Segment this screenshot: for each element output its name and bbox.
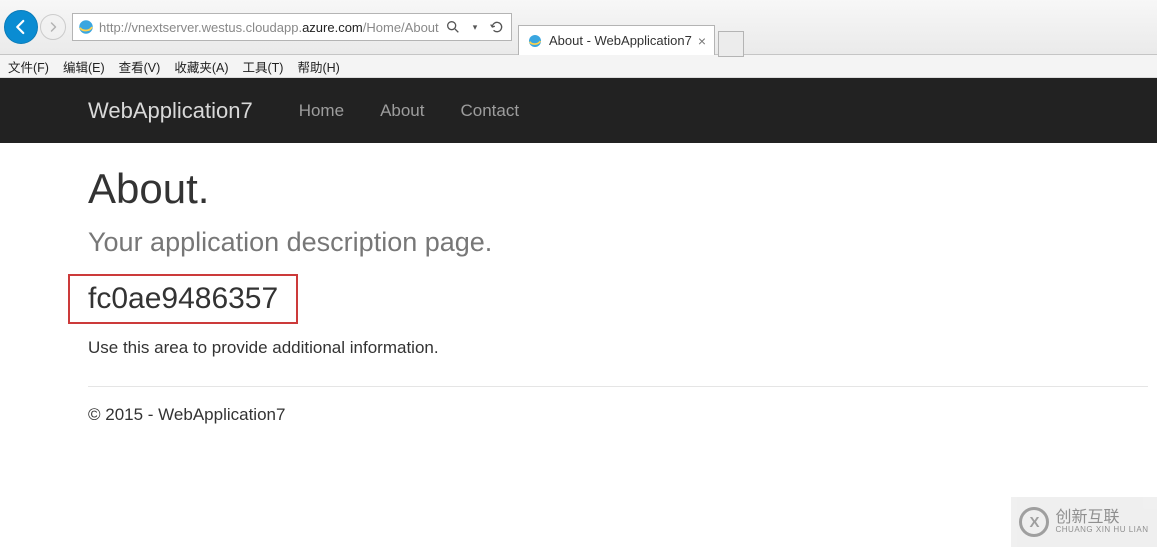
- site-navbar: WebApplication7 Home About Contact: [0, 78, 1157, 143]
- ie-favicon-icon: [527, 33, 543, 49]
- menu-bar: 文件(F) 编辑(E) 查看(V) 收藏夹(A) 工具(T) 帮助(H): [0, 55, 1157, 78]
- url-text: http://vnextserver.westus.cloudapp.azure…: [99, 20, 439, 35]
- watermark-logo-icon: X: [1019, 507, 1049, 537]
- address-bar[interactable]: http://vnextserver.westus.cloudapp.azure…: [72, 13, 512, 41]
- menu-help[interactable]: 帮助(H): [297, 57, 339, 76]
- url-suffix: /Home/About: [363, 20, 439, 35]
- nav-buttons: [4, 10, 66, 44]
- ie-favicon-icon: [77, 18, 95, 36]
- nav-about[interactable]: About: [362, 101, 442, 121]
- search-icon[interactable]: [445, 19, 461, 35]
- page-title: About.: [88, 165, 1157, 213]
- nav-home[interactable]: Home: [281, 101, 362, 121]
- arrow-left-icon: [12, 18, 30, 36]
- back-button[interactable]: [4, 10, 38, 44]
- url-prefix: http://vnextserver.westus.cloudapp.: [99, 20, 302, 35]
- nav-contact[interactable]: Contact: [443, 101, 538, 121]
- menu-edit[interactable]: 编辑(E): [63, 57, 105, 76]
- close-icon[interactable]: ×: [698, 34, 706, 48]
- highlight-box: fc0ae9486357: [68, 274, 298, 324]
- tab-title: About - WebApplication7: [549, 33, 692, 48]
- menu-view[interactable]: 查看(V): [119, 57, 161, 76]
- arrow-right-icon: [47, 21, 59, 33]
- forward-button: [40, 14, 66, 40]
- menu-file[interactable]: 文件(F): [8, 57, 49, 76]
- refresh-icon[interactable]: [489, 19, 505, 35]
- brand[interactable]: WebApplication7: [88, 98, 253, 124]
- browser-tab[interactable]: About - WebApplication7 ×: [518, 25, 715, 55]
- tab-strip: About - WebApplication7 ×: [518, 0, 744, 54]
- menu-tools[interactable]: 工具(T): [242, 57, 283, 76]
- page-subtitle: Your application description page.: [88, 227, 1157, 258]
- browser-toolbar: http://vnextserver.westus.cloudapp.azure…: [0, 0, 1157, 55]
- new-tab-button[interactable]: [718, 31, 744, 57]
- address-controls: ▾: [439, 19, 511, 35]
- instance-id: fc0ae9486357: [88, 282, 278, 315]
- dropdown-icon[interactable]: ▾: [467, 19, 483, 35]
- footer-text: © 2015 - WebApplication7: [88, 405, 1157, 425]
- page-description: Use this area to provide additional info…: [88, 338, 1157, 358]
- divider: [88, 386, 1148, 387]
- page-content: About. Your application description page…: [0, 143, 1157, 425]
- menu-favorites[interactable]: 收藏夹(A): [174, 57, 228, 76]
- watermark-text: 创新互联 CHUANG XIN HU LIAN: [1055, 510, 1148, 534]
- watermark: X 创新互联 CHUANG XIN HU LIAN: [1011, 497, 1157, 547]
- url-host: azure.com: [302, 20, 363, 35]
